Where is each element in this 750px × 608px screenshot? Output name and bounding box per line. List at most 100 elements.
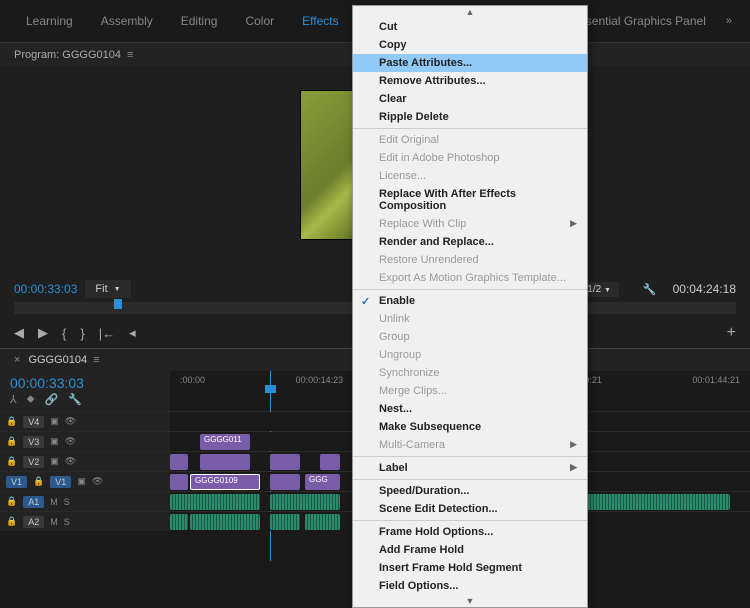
menu-item-scene-edit-detection[interactable]: Scene Edit Detection... [353,500,587,518]
marker-icon[interactable]: ⬥ [27,393,35,406]
menu-separator [353,520,587,521]
menu-item-make-subsequence[interactable]: Make Subsequence [353,418,587,436]
menu-item-replace-with-after-effects-composition[interactable]: Replace With After Effects Composition [353,185,587,215]
check-icon: ✓ [361,295,370,308]
settings-icon[interactable]: 🔧 [643,283,657,296]
clip-selected[interactable]: GGGG0109 [190,474,260,490]
eye-icon[interactable]: 👁 [65,456,76,467]
panel-menu-icon[interactable]: ≡ [127,49,133,61]
lock-icon[interactable]: 🔒 [33,476,44,487]
menu-item-ripple-delete[interactable]: Ripple Delete [353,108,587,126]
sequence-tab[interactable]: GGGG0104 [28,354,87,366]
ws-tab-learning[interactable]: Learning [12,8,87,34]
menu-separator [353,289,587,290]
timeline-menu-icon[interactable]: ≡ [93,354,99,366]
mute-icon[interactable]: M [50,517,58,527]
track-target[interactable]: V1 [6,476,27,488]
track-label[interactable]: V2 [23,456,44,468]
close-tab-icon[interactable]: × [14,354,20,366]
menu-item-insert-frame-hold-segment[interactable]: Insert Frame Hold Segment [353,559,587,577]
toggle-icon[interactable]: ▣ [77,476,86,487]
track-label[interactable]: A1 [23,496,44,508]
audio-clip[interactable] [270,514,300,530]
menu-item-unlink: Unlink [353,310,587,328]
clip[interactable] [320,454,340,470]
menu-item-label[interactable]: Label▶ [353,459,587,477]
ws-tab-assembly[interactable]: Assembly [87,8,167,34]
menu-scroll-up-icon[interactable]: ▲ [353,6,587,18]
timecode-current[interactable]: 00:00:33:03 [14,282,77,296]
submenu-icon: ▶ [570,439,577,450]
toggle-icon[interactable]: ▣ [50,436,59,447]
track-label[interactable]: V4 [23,416,44,428]
eye-icon[interactable]: 👁 [65,436,76,447]
go-to-in-icon[interactable]: |← [99,326,115,341]
audio-clip[interactable] [305,514,340,530]
mark-out-button[interactable]: } [80,326,84,341]
solo-icon[interactable]: S [64,517,70,527]
menu-item-frame-hold-options[interactable]: Frame Hold Options... [353,523,587,541]
clip[interactable] [170,454,188,470]
timeline-timecode[interactable]: 00:00:33:03 [10,375,160,391]
tick: 00:01:44:21 [692,375,740,385]
mark-out-icon[interactable]: ▶ [38,325,48,341]
mark-in-button[interactable]: { [62,326,66,341]
submenu-icon: ▶ [570,462,577,473]
wrench-icon[interactable]: 🔧 [68,393,82,406]
menu-item-field-options[interactable]: Field Options... [353,577,587,595]
lock-icon[interactable]: 🔒 [6,516,17,527]
eye-icon[interactable]: 👁 [92,476,103,487]
track-label[interactable]: V1 [50,476,71,488]
snap-icon[interactable]: ⅄ [10,393,17,406]
step-back-icon[interactable]: ◂ [129,325,136,341]
menu-item-synchronize: Synchronize [353,364,587,382]
lock-icon[interactable]: 🔒 [6,436,17,447]
audio-clip[interactable] [570,494,730,510]
audio-clip[interactable] [190,514,260,530]
menu-item-copy[interactable]: Copy [353,36,587,54]
menu-item-add-frame-hold[interactable]: Add Frame Hold [353,541,587,559]
toggle-icon[interactable]: ▣ [50,456,59,467]
ws-tab-color[interactable]: Color [231,8,288,34]
audio-clip[interactable] [170,514,188,530]
program-playhead[interactable] [114,299,122,309]
eye-icon[interactable]: 👁 [65,416,76,427]
mark-in-icon[interactable]: ◀ [14,325,24,341]
lock-icon[interactable]: 🔒 [6,496,17,507]
add-button-icon[interactable]: + [727,324,736,342]
toggle-icon[interactable]: ▣ [50,416,59,427]
clip[interactable] [270,474,300,490]
mute-icon[interactable]: M [50,497,58,507]
tick: 00:00:14:23 [296,375,344,385]
menu-item-remove-attributes[interactable]: Remove Attributes... [353,72,587,90]
lock-icon[interactable]: 🔒 [6,456,17,467]
audio-clip[interactable] [170,494,260,510]
menu-item-render-and-replace[interactable]: Render and Replace... [353,233,587,251]
lock-icon[interactable]: 🔒 [6,416,17,427]
menu-item-speed-duration[interactable]: Speed/Duration... [353,482,587,500]
menu-item-clear[interactable]: Clear [353,90,587,108]
menu-item-enable[interactable]: Enable✓ [353,292,587,310]
menu-item-export-as-motion-graphics-template: Export As Motion Graphics Template... [353,269,587,287]
clip[interactable] [200,454,250,470]
menu-item-license: License... [353,167,587,185]
menu-item-cut[interactable]: Cut [353,18,587,36]
clip[interactable]: GGG [305,474,340,490]
overflow-icon[interactable]: » [726,15,732,27]
link-icon[interactable]: 🔗 [44,393,58,406]
ws-tab-effects[interactable]: Effects [288,8,352,34]
track-label[interactable]: V3 [23,436,44,448]
audio-clip[interactable] [270,494,340,510]
track-label[interactable]: A2 [23,516,44,528]
clip[interactable] [270,454,300,470]
zoom-select[interactable]: Fit ▼ [85,280,130,298]
ws-tab-editing[interactable]: Editing [167,8,232,34]
menu-item-edit-in-adobe-photoshop: Edit in Adobe Photoshop [353,149,587,167]
clip[interactable] [170,474,188,490]
clip[interactable]: GGGG011 [200,434,250,450]
menu-scroll-down-icon[interactable]: ▼ [353,595,587,607]
menu-item-paste-attributes[interactable]: Paste Attributes... [353,54,587,72]
menu-separator [353,128,587,129]
solo-icon[interactable]: S [64,497,70,507]
menu-item-nest[interactable]: Nest... [353,400,587,418]
